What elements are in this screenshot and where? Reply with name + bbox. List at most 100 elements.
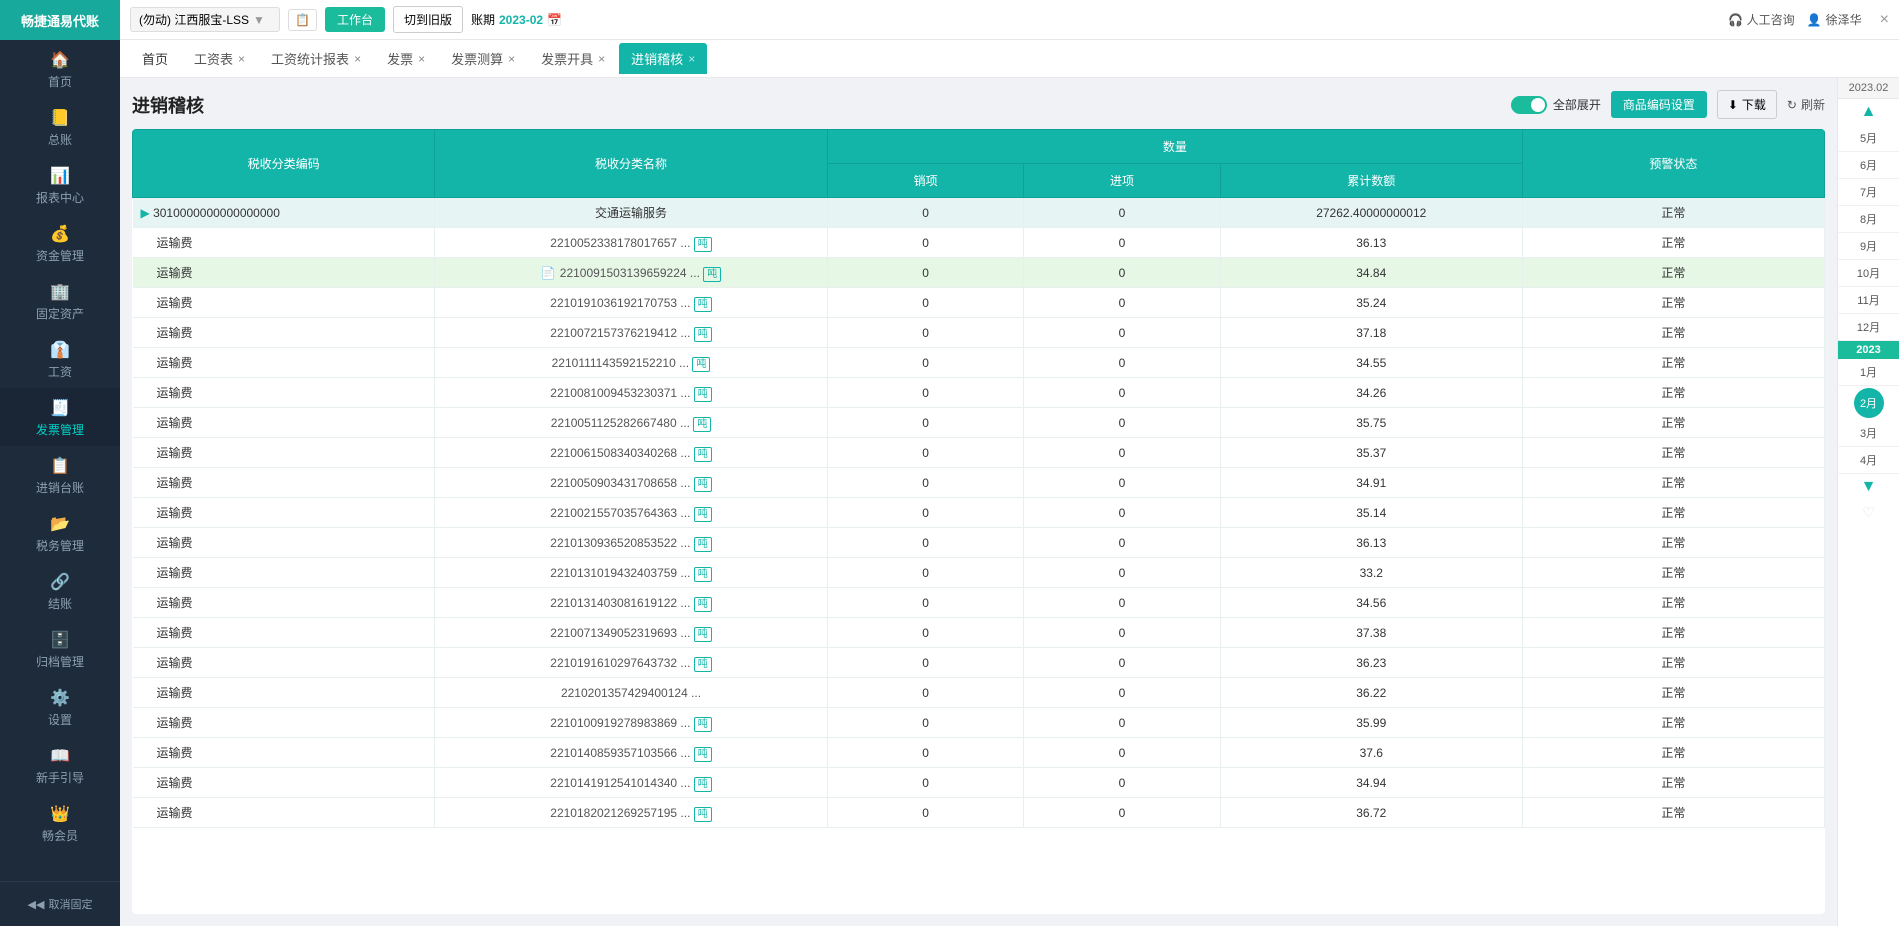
row-status: 正常: [1522, 738, 1824, 768]
calendar-down-arrow[interactable]: ▼: [1838, 474, 1899, 500]
tab-home[interactable]: 首页: [130, 43, 180, 74]
row-sale: 0: [827, 318, 1023, 348]
row-total: 35.75: [1220, 408, 1522, 438]
unit-badge: 吨: [694, 777, 712, 792]
calendar-month-7[interactable]: 7月: [1838, 179, 1899, 206]
calendar-month-1[interactable]: 1月: [1838, 359, 1899, 386]
sidebar-item-finance[interactable]: 💰 资金管理: [0, 214, 120, 272]
sidebar-item-member[interactable]: 👑 畅会员: [0, 794, 120, 852]
row-status: 正常: [1522, 228, 1824, 258]
sidebar-item-ledger[interactable]: 📒 总账: [0, 98, 120, 156]
switch-version-button[interactable]: 切到旧版: [393, 6, 463, 33]
sidebar-item-sales-ledger-label: 进销台账: [36, 479, 84, 496]
row-purchase: 0: [1024, 528, 1220, 558]
tab-invoice-open-close-icon[interactable]: ×: [598, 52, 605, 66]
data-table-wrapper: 税收分类编码 税收分类名称 数量 预警状态 销项 进项 累计数额: [132, 129, 1825, 914]
calendar-up-arrow[interactable]: ▲: [1838, 99, 1899, 125]
company-selector[interactable]: (勿动) 江西服宝-LSS ▼: [130, 7, 280, 32]
tab-invoice-close-icon[interactable]: ×: [418, 52, 425, 66]
download-button[interactable]: ⬇ 下载: [1717, 90, 1777, 119]
calendar-month-5[interactable]: 5月: [1838, 125, 1899, 152]
row-code: 运输费: [133, 228, 435, 258]
row-code: 运输费: [133, 678, 435, 708]
tab-payroll-report-close-icon[interactable]: ×: [354, 52, 361, 66]
sidebar-item-reports[interactable]: 📊 报表中心: [0, 156, 120, 214]
tax-icon: 📂: [50, 514, 70, 534]
group-name: 交通运输服务: [435, 198, 828, 228]
row-status: 正常: [1522, 588, 1824, 618]
table-row: 运输费 2210081009453230371 ... 吨 0 0 34.26 …: [133, 378, 1825, 408]
row-sale: 0: [827, 288, 1023, 318]
tab-invoice-open[interactable]: 发票开具 ×: [529, 43, 617, 74]
period-label: 账期: [471, 11, 495, 28]
row-sale: 0: [827, 258, 1023, 288]
download-label: 下载: [1742, 96, 1766, 113]
tab-sales-check[interactable]: 进销稽核 ×: [619, 43, 707, 74]
sidebar-item-settings[interactable]: ⚙️ 设置: [0, 678, 120, 736]
toggle-all-switch[interactable]: [1511, 96, 1547, 114]
cancel-fixed-button[interactable]: ◀◀ 取消固定: [0, 890, 120, 918]
sidebar-item-invoice[interactable]: 🧾 发票管理: [0, 388, 120, 446]
sidebar-item-tax[interactable]: 📂 税务管理: [0, 504, 120, 562]
table-row: 运输费 2210201357429400124 ... 0 0 36.22 正常: [133, 678, 1825, 708]
sidebar-item-home[interactable]: 🏠 首页: [0, 40, 120, 98]
row-purchase: 0: [1024, 738, 1220, 768]
row-total: 36.13: [1220, 528, 1522, 558]
period-calendar-icon[interactable]: 📅: [547, 13, 562, 27]
col-quantity-group: 数量: [827, 130, 1522, 164]
calendar-month-8[interactable]: 8月: [1838, 206, 1899, 233]
refresh-button[interactable]: ↻ 刷新: [1787, 96, 1825, 113]
sidebar-item-close[interactable]: 🔗 结账: [0, 562, 120, 620]
tab-invoice-calc-close-icon[interactable]: ×: [508, 52, 515, 66]
row-total: 34.84: [1220, 258, 1522, 288]
sidebar-item-sales-ledger[interactable]: 📋 进销台账: [0, 446, 120, 504]
goods-setting-button[interactable]: 商品编码设置: [1611, 91, 1707, 118]
row-sale: 0: [827, 468, 1023, 498]
expand-icon[interactable]: ▶: [141, 206, 150, 220]
sidebar-item-archive[interactable]: 🗄️ 归档管理: [0, 620, 120, 678]
row-purchase: 0: [1024, 288, 1220, 318]
tab-payroll[interactable]: 工资表 ×: [182, 43, 257, 74]
row-status: 正常: [1522, 798, 1824, 828]
avatar: 👤: [1807, 13, 1822, 27]
tab-sales-check-close-icon[interactable]: ×: [688, 52, 695, 66]
table-row: 运输费 2210191610297643732 ... 吨 0 0 36.23 …: [133, 648, 1825, 678]
cancel-fixed-icon: ◀◀: [28, 898, 45, 911]
calendar-month-4[interactable]: 4月: [1838, 447, 1899, 474]
period-display: 账期 2023-02 📅: [471, 11, 562, 28]
unit-badge: 吨: [692, 357, 710, 372]
row-sale: 0: [827, 348, 1023, 378]
sidebar-item-tax-label: 税务管理: [36, 537, 84, 554]
row-total: 36.72: [1220, 798, 1522, 828]
sidebar-item-payroll[interactable]: 👔 工资: [0, 330, 120, 388]
sidebar-item-guide[interactable]: 📖 新手引导: [0, 736, 120, 794]
file-icon: 📄: [541, 266, 556, 280]
row-status: 正常: [1522, 438, 1824, 468]
calendar-month-6[interactable]: 6月: [1838, 152, 1899, 179]
calendar-month-2-active[interactable]: 2月: [1854, 388, 1884, 418]
sidebar-item-archive-label: 归档管理: [36, 653, 84, 670]
tab-payroll-report[interactable]: 工资统计报表 ×: [259, 43, 373, 74]
tab-payroll-close-icon[interactable]: ×: [238, 52, 245, 66]
copy-button[interactable]: 📋: [288, 9, 317, 31]
sidebar-item-assets[interactable]: 🏢 固定资产: [0, 272, 120, 330]
calendar-month-12[interactable]: 12月: [1838, 314, 1899, 341]
calendar-month-10[interactable]: 10月: [1838, 260, 1899, 287]
support-button[interactable]: 🎧 人工咨询: [1728, 11, 1794, 28]
calendar-month-9[interactable]: 9月: [1838, 233, 1899, 260]
user-info[interactable]: 👤 徐泽华: [1807, 11, 1862, 28]
row-detail: 2210130936520853522 ... 吨: [435, 528, 828, 558]
tab-invoice[interactable]: 发票 ×: [375, 43, 437, 74]
row-detail: 2210072157376219412 ... 吨: [435, 318, 828, 348]
username: 徐泽华: [1826, 11, 1862, 28]
table-row: 运输费 📄2210091503139659224 ... 吨 0 0 34.84…: [133, 258, 1825, 288]
close-button[interactable]: ×: [1880, 11, 1889, 29]
calendar-month-11[interactable]: 11月: [1838, 287, 1899, 314]
table-row: 运输费 2210131019432403759 ... 吨 0 0 33.2 正…: [133, 558, 1825, 588]
calendar-month-3[interactable]: 3月: [1838, 420, 1899, 447]
workbench-button[interactable]: 工作台: [325, 7, 385, 32]
tab-invoice-calc[interactable]: 发票测算 ×: [439, 43, 527, 74]
row-code: 运输费: [133, 438, 435, 468]
tab-payroll-report-label: 工资统计报表: [271, 49, 349, 68]
group-sale: 0: [827, 198, 1023, 228]
